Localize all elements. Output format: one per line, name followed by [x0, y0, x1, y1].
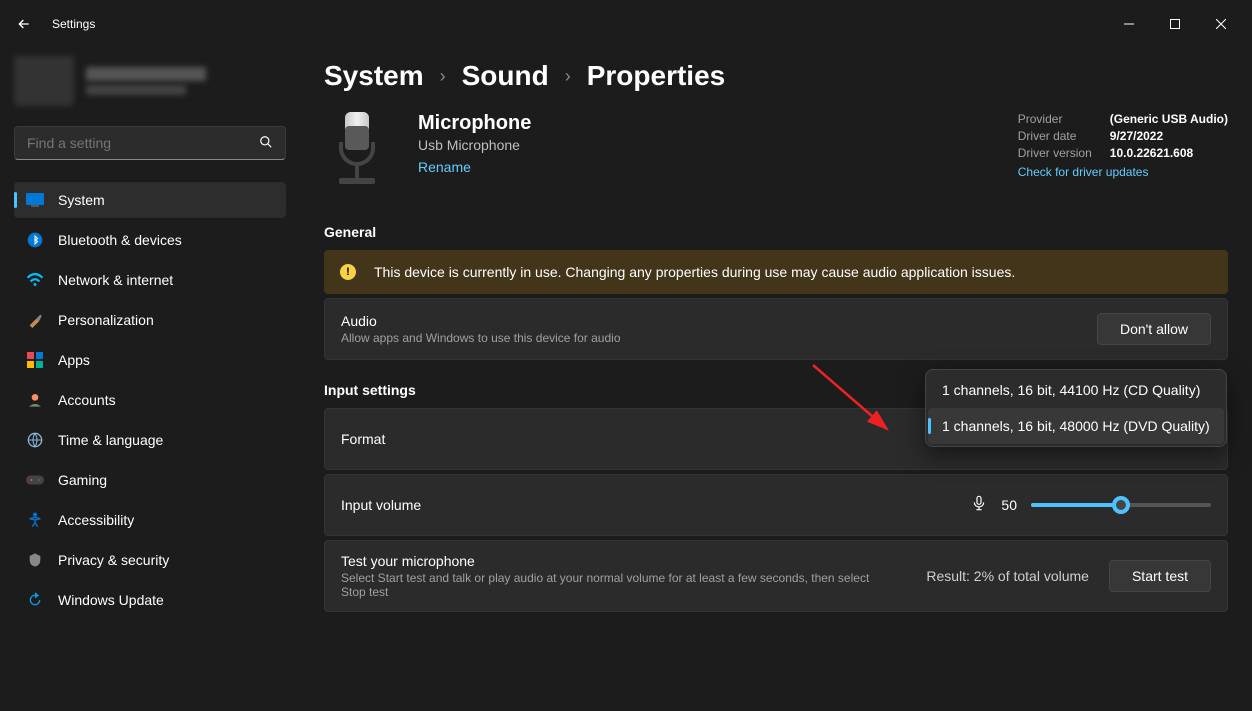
device-subtitle: Usb Microphone — [418, 137, 531, 153]
breadcrumb-sound[interactable]: Sound — [462, 60, 549, 92]
gamepad-icon — [26, 471, 44, 489]
mic-icon[interactable] — [971, 495, 987, 516]
dont-allow-button[interactable]: Don't allow — [1097, 313, 1211, 345]
rename-link[interactable]: Rename — [418, 159, 471, 175]
warning-icon: ! — [340, 264, 356, 280]
test-mic-sub: Select Start test and talk or play audio… — [341, 571, 891, 599]
audio-card-title: Audio — [341, 313, 621, 329]
provider-label: Provider — [1018, 112, 1092, 126]
start-test-button[interactable]: Start test — [1109, 560, 1211, 592]
driver-date-label: Driver date — [1018, 129, 1092, 143]
accessibility-icon — [26, 511, 44, 529]
sidebar-item-label: System — [58, 192, 105, 208]
minimize-button[interactable] — [1106, 8, 1152, 40]
back-button[interactable] — [8, 8, 40, 40]
sidebar-item-label: Time & language — [58, 432, 163, 448]
format-card-title: Format — [341, 431, 385, 447]
sidebar-item-network[interactable]: Network & internet — [14, 262, 286, 298]
chevron-right-icon: › — [440, 66, 446, 87]
sidebar-item-apps[interactable]: Apps — [14, 342, 286, 378]
test-mic-title: Test your microphone — [341, 553, 891, 569]
close-button[interactable] — [1198, 8, 1244, 40]
device-title: Microphone — [418, 112, 531, 135]
input-volume-card: Input volume 50 — [324, 474, 1228, 536]
sidebar-item-system[interactable]: System — [14, 182, 286, 218]
apps-icon — [26, 351, 44, 369]
breadcrumb-current: Properties — [587, 60, 726, 92]
driver-date-value: 9/27/2022 — [1110, 129, 1228, 143]
driver-version-label: Driver version — [1018, 146, 1092, 160]
breadcrumb-system[interactable]: System — [324, 60, 424, 92]
breadcrumb: System › Sound › Properties — [324, 60, 1228, 92]
format-dropdown[interactable]: 1 channels, 16 bit, 44100 Hz (CD Quality… — [925, 369, 1227, 447]
format-card: Format 1 channels, 16 bit, 44100 Hz (CD … — [324, 408, 1228, 470]
sidebar-item-personalization[interactable]: Personalization — [14, 302, 286, 338]
sidebar: System Bluetooth & devices Network & int… — [0, 48, 300, 711]
avatar — [14, 56, 74, 106]
input-volume-title: Input volume — [341, 497, 421, 513]
format-option[interactable]: 1 channels, 16 bit, 44100 Hz (CD Quality… — [928, 372, 1224, 408]
sidebar-item-gaming[interactable]: Gaming — [14, 462, 286, 498]
sidebar-item-label: Accessibility — [58, 512, 134, 528]
volume-slider[interactable] — [1031, 503, 1211, 507]
brush-icon — [26, 311, 44, 329]
device-header: Microphone Usb Microphone Rename Provide… — [324, 112, 1228, 200]
sidebar-item-time[interactable]: Time & language — [14, 422, 286, 458]
sidebar-item-label: Accounts — [58, 392, 116, 408]
sidebar-item-label: Gaming — [58, 472, 107, 488]
sidebar-item-privacy[interactable]: Privacy & security — [14, 542, 286, 578]
globe-clock-icon — [26, 431, 44, 449]
sidebar-item-accounts[interactable]: Accounts — [14, 382, 286, 418]
section-general: General — [324, 224, 1228, 240]
update-icon — [26, 591, 44, 609]
audio-card: Audio Allow apps and Windows to use this… — [324, 298, 1228, 360]
wifi-icon — [26, 271, 44, 289]
search-icon — [259, 135, 273, 152]
chevron-right-icon: › — [565, 66, 571, 87]
maximize-button[interactable] — [1152, 8, 1198, 40]
test-result: Result: 2% of total volume — [926, 568, 1089, 584]
sidebar-item-label: Personalization — [58, 312, 154, 328]
audio-card-sub: Allow apps and Windows to use this devic… — [341, 331, 621, 345]
search-input[interactable] — [27, 135, 259, 151]
sidebar-item-label: Bluetooth & devices — [58, 232, 182, 248]
volume-value: 50 — [1001, 497, 1017, 513]
test-microphone-card: Test your microphone Select Start test a… — [324, 540, 1228, 612]
driver-version-value: 10.0.22621.608 — [1110, 146, 1228, 160]
microphone-icon — [324, 112, 390, 200]
system-icon — [26, 191, 44, 209]
content-area: System › Sound › Properties Microphone — [300, 48, 1252, 711]
format-option-selected[interactable]: 1 channels, 16 bit, 48000 Hz (DVD Qualit… — [928, 408, 1224, 444]
sidebar-item-label: Network & internet — [58, 272, 173, 288]
profile-block[interactable] — [14, 56, 286, 106]
warning-banner: ! This device is currently in use. Chang… — [324, 250, 1228, 294]
bluetooth-icon — [26, 231, 44, 249]
sidebar-item-label: Apps — [58, 352, 90, 368]
person-icon — [26, 391, 44, 409]
check-updates-link[interactable]: Check for driver updates — [1018, 165, 1228, 179]
title-bar: Settings — [0, 0, 1252, 48]
sidebar-item-label: Privacy & security — [58, 552, 169, 568]
provider-value: (Generic USB Audio) — [1110, 112, 1228, 126]
shield-icon — [26, 551, 44, 569]
warning-text: This device is currently in use. Changin… — [374, 264, 1015, 280]
sidebar-item-label: Windows Update — [58, 592, 164, 608]
search-box[interactable] — [14, 126, 286, 160]
sidebar-item-bluetooth[interactable]: Bluetooth & devices — [14, 222, 286, 258]
slider-thumb[interactable] — [1112, 496, 1130, 514]
window-title: Settings — [52, 17, 95, 31]
sidebar-item-accessibility[interactable]: Accessibility — [14, 502, 286, 538]
sidebar-item-update[interactable]: Windows Update — [14, 582, 286, 618]
